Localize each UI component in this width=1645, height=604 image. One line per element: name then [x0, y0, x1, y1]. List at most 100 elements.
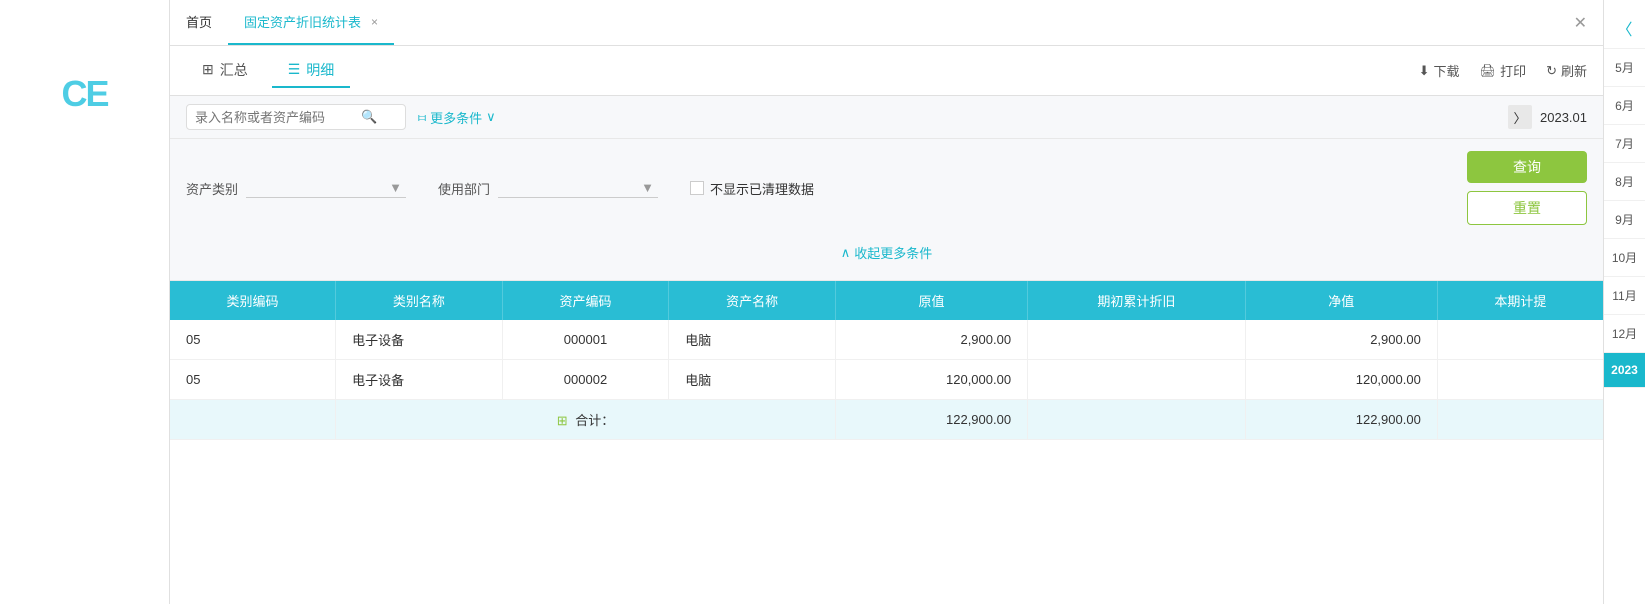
- tab-detail-label: 明细: [306, 60, 334, 80]
- filter-row-1: 资产类别 ▼ 使用部门 ▼: [186, 151, 1587, 225]
- asset-category-label: 资产类别: [186, 179, 238, 198]
- sidebar-logo: CE: [0, 0, 170, 604]
- col-category-name: 类别名称: [336, 281, 503, 320]
- filter-icon: ⧦: [418, 109, 426, 125]
- month-6[interactable]: 6月: [1604, 87, 1645, 125]
- row1-asset-name: 电脑: [669, 320, 836, 360]
- table-row: 05 电子设备 000001 电脑 2,900.00 2,900.00: [170, 320, 1603, 360]
- row2-asset-code: 000002: [502, 360, 669, 400]
- advanced-filter: 资产类别 ▼ 使用部门 ▼: [170, 139, 1603, 281]
- row1-net-value: 2,900.00: [1245, 320, 1437, 360]
- summary-row: ⊞ 合计： 122,900.00 122,900.00: [170, 400, 1603, 440]
- year-label[interactable]: 2023: [1604, 353, 1645, 388]
- reset-button[interactable]: 重置: [1467, 191, 1587, 225]
- month-5[interactable]: 5月: [1604, 49, 1645, 87]
- row1-accumulated-depreciation: [1028, 320, 1246, 360]
- month-7[interactable]: 7月: [1604, 125, 1645, 163]
- print-label: 打印: [1500, 61, 1526, 80]
- date-nav: 〉 2023.01: [1508, 105, 1587, 129]
- search-input[interactable]: [195, 110, 355, 125]
- summary-accumulated-depreciation: [1028, 400, 1246, 440]
- refresh-button[interactable]: ↻ 刷新: [1546, 61, 1587, 80]
- top-nav-right: ✕: [1574, 0, 1603, 45]
- department-label: 使用部门: [438, 179, 490, 198]
- active-tab-label: 固定资产折旧统计表: [244, 12, 361, 31]
- summary-label-cell: ⊞ 合计：: [336, 400, 836, 440]
- data-table: 类别编码 类别名称 资产编码 资产名称 原值 期初累计折旧 净值 本期计提 05: [170, 281, 1603, 440]
- table-row: 05 电子设备 000002 电脑 120,000.00 120,000.00: [170, 360, 1603, 400]
- download-button[interactable]: ⬇ 下载: [1419, 61, 1460, 80]
- department-value: [502, 180, 560, 195]
- row2-asset-name: 电脑: [669, 360, 836, 400]
- col-asset-name: 资产名称: [669, 281, 836, 320]
- asset-category-arrow-icon: ▼: [389, 180, 402, 195]
- asset-category-field: 资产类别 ▼: [186, 178, 406, 198]
- row2-category-name: 电子设备: [336, 360, 503, 400]
- search-icon: 🔍: [361, 109, 377, 125]
- summary-icon: ⊞: [557, 413, 568, 428]
- collapse-bar[interactable]: ∧ 收起更多条件: [186, 237, 1587, 268]
- refresh-label: 刷新: [1561, 61, 1587, 80]
- chevron-down-icon: ∨: [486, 109, 496, 125]
- search-input-wrap[interactable]: 🔍: [186, 104, 406, 130]
- summary-net-value: 122,900.00: [1245, 400, 1437, 440]
- right-panel-up-arrow[interactable]: 〈: [1604, 8, 1645, 49]
- nav-tab-home[interactable]: 首页: [170, 0, 228, 45]
- row2-accumulated-depreciation: [1028, 360, 1246, 400]
- row2-net-value: 120,000.00: [1245, 360, 1437, 400]
- month-10[interactable]: 10月: [1604, 239, 1645, 277]
- print-button[interactable]: 🖨 打印: [1480, 61, 1527, 80]
- col-category-code: 类别编码: [170, 281, 336, 320]
- download-label: 下载: [1434, 61, 1460, 80]
- date-label: 2023.01: [1540, 110, 1587, 125]
- more-conditions-button[interactable]: ⧦ 更多条件 ∨: [418, 108, 496, 127]
- detail-icon: ☰: [288, 61, 301, 78]
- row1-original-value: 2,900.00: [835, 320, 1027, 360]
- window-close-icon[interactable]: ✕: [1574, 13, 1587, 33]
- table-wrap: 类别编码 类别名称 资产编码 资产名称 原值 期初累计折旧 净值 本期计提 05: [170, 281, 1603, 604]
- tab-summary[interactable]: ⊞ 汇总: [186, 54, 264, 88]
- collapse-label: 收起更多条件: [854, 243, 932, 262]
- tab-detail[interactable]: ☰ 明细: [272, 54, 351, 88]
- summary-original-value: 122,900.00: [835, 400, 1027, 440]
- home-label: 首页: [186, 12, 212, 31]
- content-wrapper: ⊞ 汇总 ☰ 明细 ⬇ 下载 🖨 打印 ↻ 刷新: [170, 46, 1603, 604]
- row2-category-code: 05: [170, 360, 336, 400]
- right-panel: 〈 5月 6月 7月 8月 9月 10月 11月 12月 2023: [1603, 0, 1645, 604]
- download-icon: ⬇: [1419, 63, 1430, 79]
- tab-summary-label: 汇总: [220, 60, 248, 80]
- main-area: 首页 固定资产折旧统计表 × ✕ ⊞ 汇总 ☰ 明细 ⬇ 下载: [170, 0, 1603, 604]
- summary-icon: ⊞: [202, 61, 214, 78]
- col-net-value: 净值: [1245, 281, 1437, 320]
- department-dropdown[interactable]: ▼: [498, 178, 658, 198]
- department-arrow-icon: ▼: [641, 180, 654, 195]
- query-button[interactable]: 查询: [1467, 151, 1587, 183]
- month-9[interactable]: 9月: [1604, 201, 1645, 239]
- month-8[interactable]: 8月: [1604, 163, 1645, 201]
- summary-label: 合计：: [575, 413, 614, 428]
- row1-category-name: 电子设备: [336, 320, 503, 360]
- month-12[interactable]: 12月: [1604, 315, 1645, 353]
- summary-empty-1: [170, 400, 336, 440]
- asset-category-dropdown[interactable]: ▼: [246, 178, 406, 198]
- row1-category-code: 05: [170, 320, 336, 360]
- more-conditions-label: 更多条件: [430, 108, 482, 127]
- row2-current-period: [1437, 360, 1603, 400]
- summary-current-period: [1437, 400, 1603, 440]
- collapse-icon: ∧: [841, 245, 851, 261]
- filter-bar: 🔍 ⧦ 更多条件 ∨ 〉 2023.01: [170, 96, 1603, 139]
- exclude-cleared-label: 不显示已清理数据: [710, 179, 814, 198]
- print-icon: 🖨: [1480, 63, 1497, 79]
- refresh-icon: ↻: [1546, 63, 1557, 79]
- col-original-value: 原值: [835, 281, 1027, 320]
- month-11[interactable]: 11月: [1604, 277, 1645, 315]
- col-accumulated-depreciation: 期初累计折旧: [1028, 281, 1246, 320]
- filter-actions: 查询 重置: [1467, 151, 1587, 225]
- checkbox-box: [690, 181, 704, 195]
- col-asset-code: 资产编码: [502, 281, 669, 320]
- date-nav-arrow[interactable]: 〉: [1508, 105, 1532, 129]
- toolbar-right: ⬇ 下载 🖨 打印 ↻ 刷新: [1419, 61, 1587, 80]
- nav-tab-close-icon[interactable]: ×: [371, 15, 378, 29]
- exclude-cleared-checkbox[interactable]: 不显示已清理数据: [690, 179, 814, 198]
- nav-tab-active[interactable]: 固定资产折旧统计表 ×: [228, 0, 394, 45]
